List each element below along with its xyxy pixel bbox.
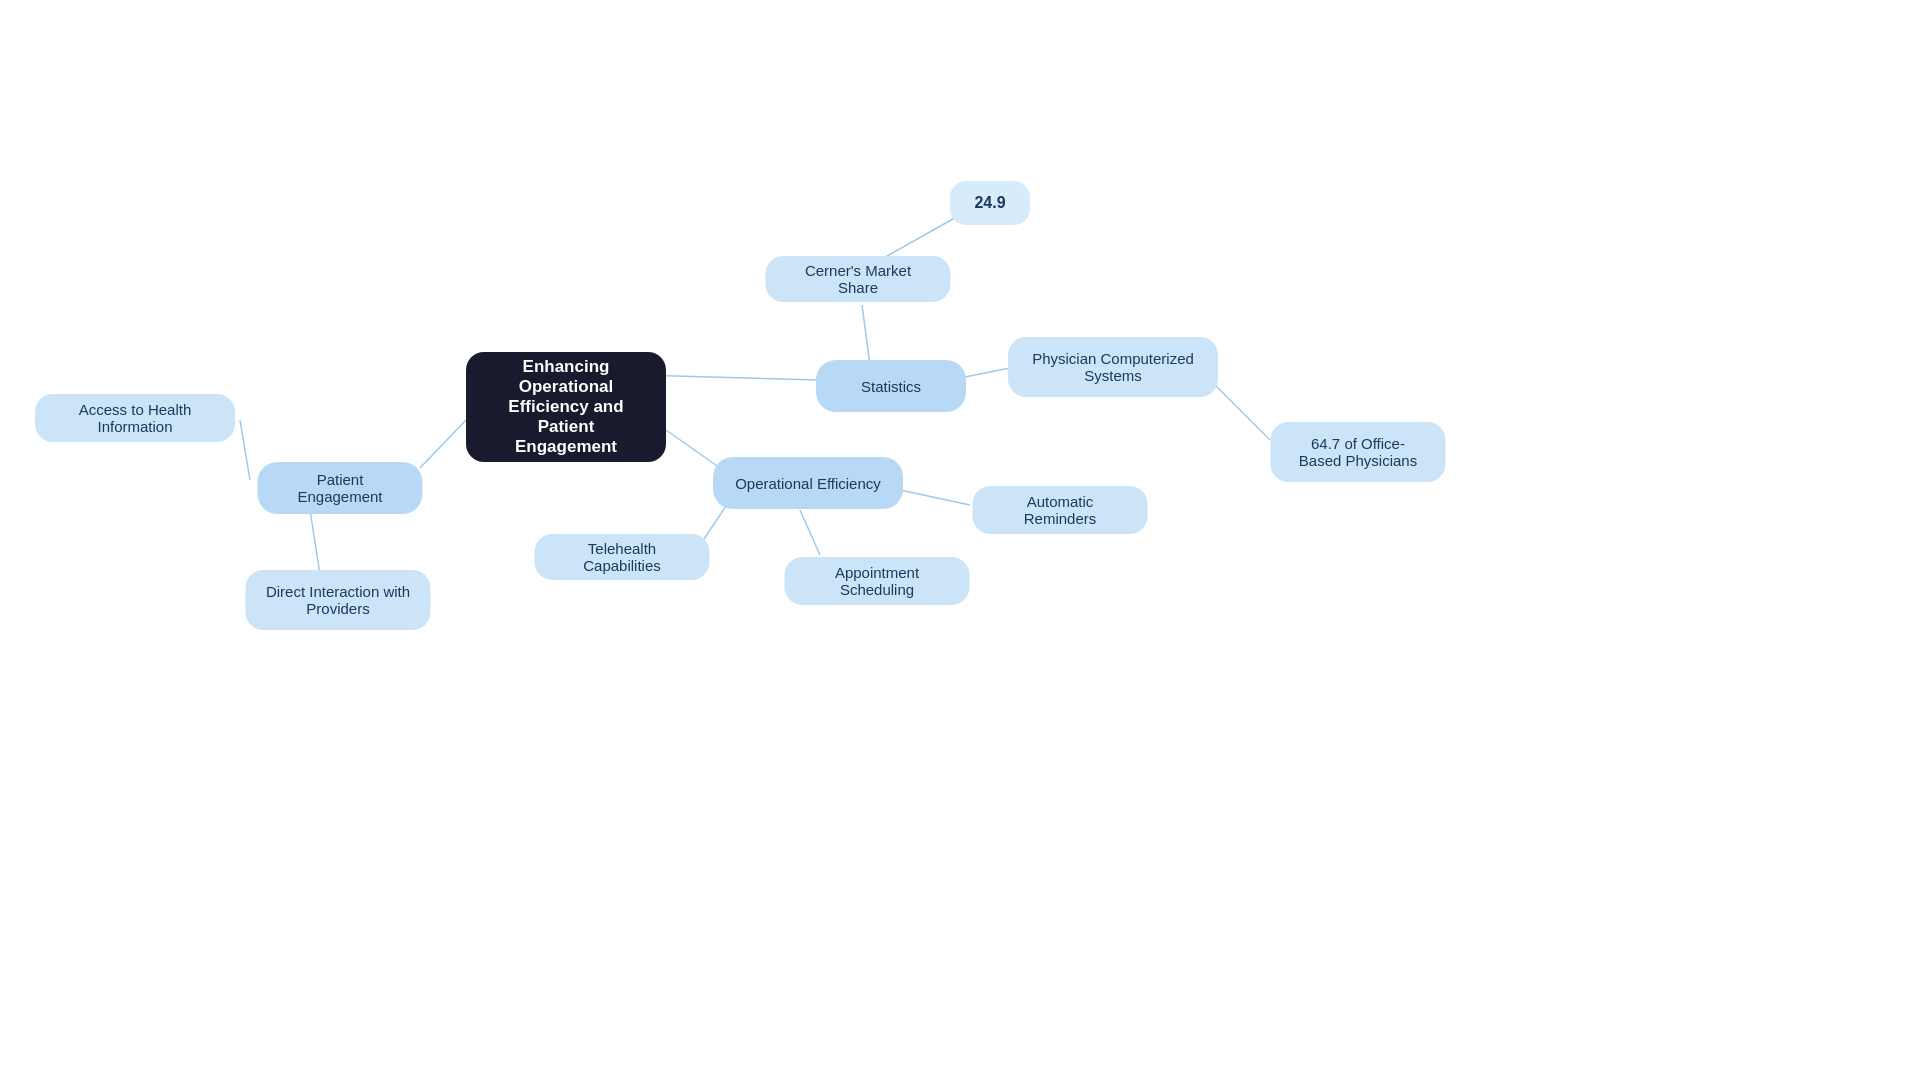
direct-interaction-node: Direct Interaction with Providers [246, 570, 431, 630]
svg-line-6 [800, 510, 820, 555]
automatic-reminders-node: Automatic Reminders [973, 486, 1148, 534]
svg-line-7 [900, 490, 970, 505]
appointment-scheduling-node: Appointment Scheduling [785, 557, 970, 605]
svg-line-9 [960, 368, 1010, 378]
center-node: Enhancing Operational Efficiency and Pat… [466, 352, 666, 462]
svg-line-8 [862, 305, 870, 365]
svg-line-11 [1210, 380, 1270, 440]
physician-computerized-node: Physician Computerized Systems [1008, 337, 1218, 397]
svg-line-0 [420, 420, 466, 468]
statistics-node: Statistics [816, 360, 966, 412]
svg-line-3 [240, 420, 250, 480]
svg-line-1 [666, 430, 720, 468]
svg-line-2 [640, 375, 820, 380]
value-647-node: 64.7 of Office-Based Physicians [1271, 422, 1446, 482]
access-health-node: Access to Health Information [35, 394, 235, 442]
svg-line-4 [310, 510, 320, 575]
operational-efficiency-node: Operational Efficiency [713, 457, 903, 509]
patient-engagement-node: Patient Engagement [258, 462, 423, 514]
value-249-node: 24.9 [950, 181, 1030, 225]
cerner-market-node: Cerner's Market Share [766, 256, 951, 302]
telehealth-node: Telehealth Capabilities [535, 534, 710, 580]
svg-line-10 [880, 215, 960, 260]
